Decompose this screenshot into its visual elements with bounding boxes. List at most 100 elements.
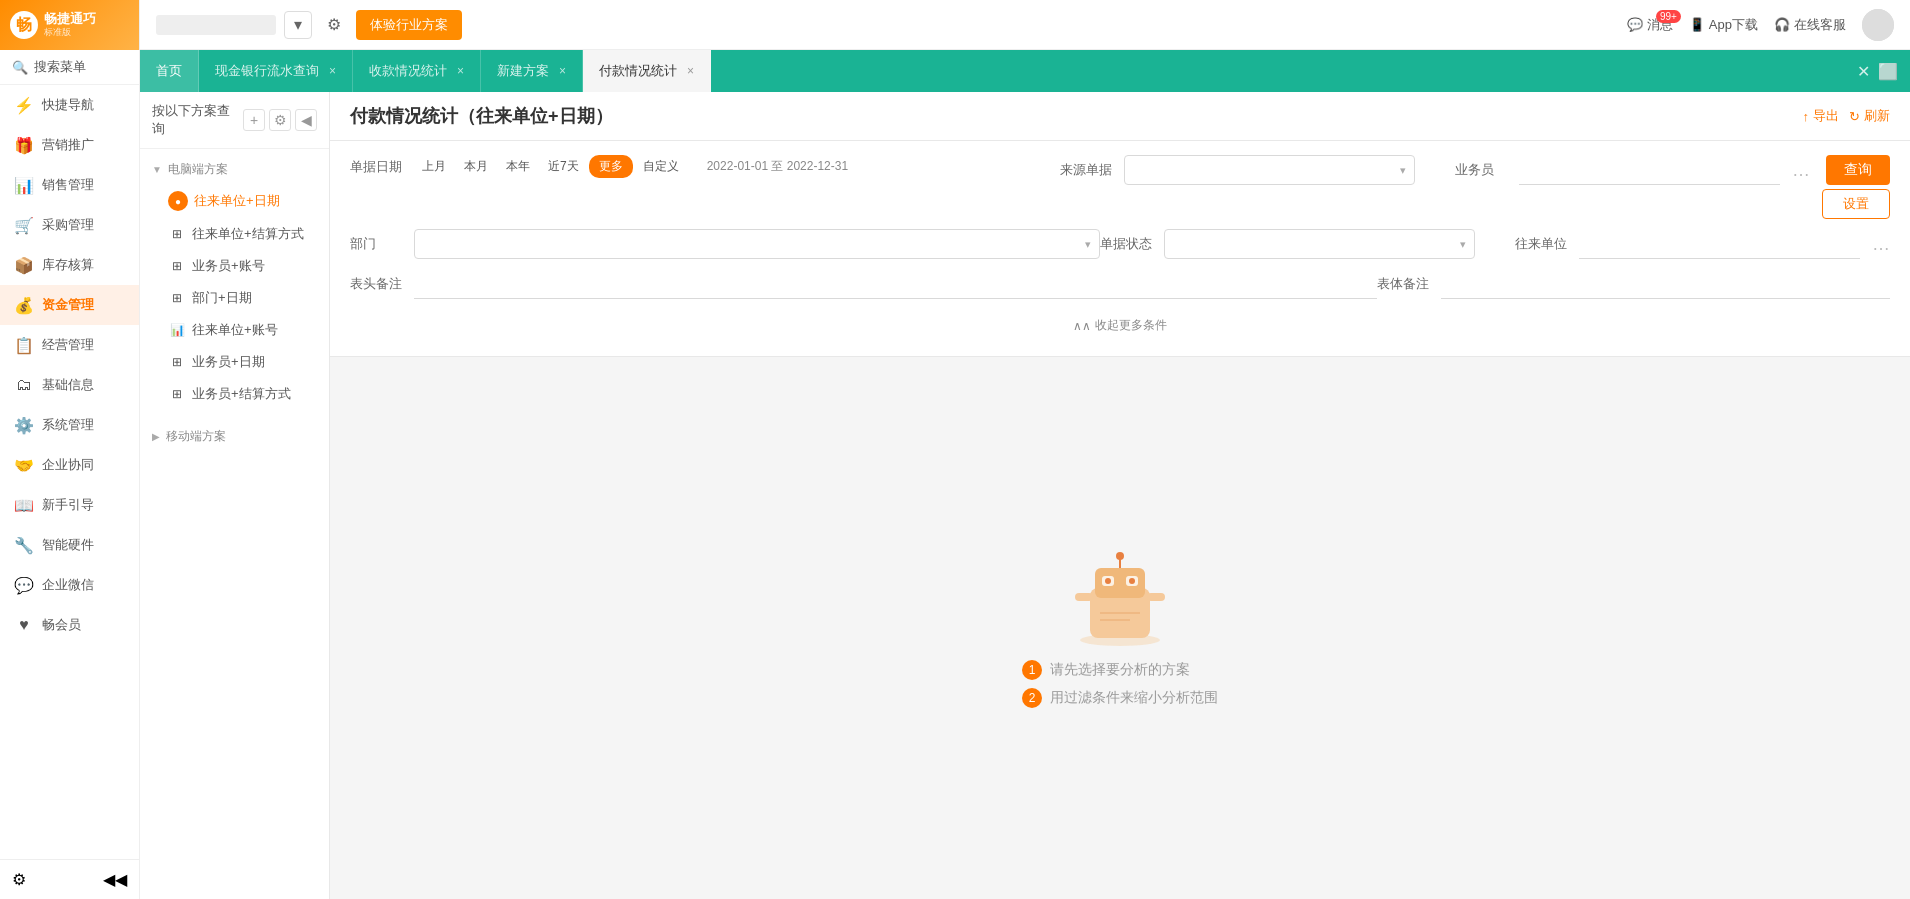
collapse-bar[interactable]: ∧∧ 收起更多条件 (350, 309, 1890, 342)
sidebar-item-quick-nav[interactable]: ⚡ 快捷导航 (0, 85, 139, 125)
guide-icon: 📖 (14, 495, 34, 515)
topbar-gear-btn[interactable]: ⚙ (320, 11, 348, 39)
partner-dots-btn[interactable]: … (1872, 234, 1890, 255)
partner-input[interactable] (1579, 229, 1860, 259)
sidebar-item-wechat[interactable]: 💬 企业微信 (0, 565, 139, 605)
voucher-date-label: 单据日期 (350, 158, 406, 176)
operation-label: 经营管理 (42, 336, 94, 354)
search-icon: 🔍 (12, 60, 28, 75)
sidebar-item-marketing[interactable]: 🎁 营销推广 (0, 125, 139, 165)
sidebar-search[interactable]: 🔍 搜索菜单 (0, 50, 139, 85)
topbar-address (156, 15, 276, 35)
unit-date-active-icon: ● (168, 191, 188, 211)
solution-item-staff-date[interactable]: ⊞ 业务员+日期 (140, 346, 329, 378)
add-solution-btn[interactable]: + (243, 109, 265, 131)
sidebar-item-coop[interactable]: 🤝 企业协同 (0, 445, 139, 485)
maximize-window-btn[interactable]: ⬜ (1878, 62, 1898, 81)
date-btn-custom[interactable]: 自定义 (635, 155, 687, 178)
tab-receipt-close[interactable]: × (457, 64, 464, 78)
empty-tip-1: 1 请先选择要分析的方案 (1022, 660, 1218, 680)
unit-date-label: 往来单位+日期 (194, 192, 280, 210)
export-btn[interactable]: ↑ 导出 (1803, 107, 1840, 125)
solution-header: 按以下方案查询 + ⚙ ◀ (140, 92, 329, 149)
body-note-field: 表体备注 (1377, 269, 1890, 299)
solution-panel: 按以下方案查询 + ⚙ ◀ ▼ 电脑端方案 ● 往来单位+日期 ⊞ (140, 92, 330, 899)
solution-group-pc-header[interactable]: ▼ 电脑端方案 (140, 155, 329, 184)
sidebar-item-operation[interactable]: 📋 经营管理 (0, 325, 139, 365)
message-btn[interactable]: 💬 消息 99+ (1627, 16, 1673, 34)
vip-icon: ♥ (14, 615, 34, 635)
empty-tip-2: 2 用过滤条件来缩小分析范围 (1022, 688, 1218, 708)
topbar-dropdown-btn[interactable]: ▾ (284, 11, 312, 39)
tab-new-plan-close[interactable]: × (559, 64, 566, 78)
message-badge: 99+ (1656, 10, 1681, 23)
app-download-btn[interactable]: 📱 App下载 (1689, 16, 1758, 34)
staff-input[interactable] (1519, 155, 1780, 185)
sidebar-item-system[interactable]: ⚙️ 系统管理 (0, 405, 139, 445)
main-area: ▾ ⚙ 体验行业方案 💬 消息 99+ 📱 App下载 🎧 在线客服 (140, 0, 1910, 899)
sidebar-item-hardware[interactable]: 🔧 智能硬件 (0, 525, 139, 565)
settings-icon[interactable]: ⚙ (12, 870, 26, 889)
voucher-status-select[interactable]: ▾ (1164, 229, 1475, 259)
tab-payment-close[interactable]: × (687, 64, 694, 78)
source-voucher-select[interactable]: ▾ (1124, 155, 1415, 185)
solution-item-unit-date[interactable]: ● 往来单位+日期 (140, 184, 329, 218)
right-content: 付款情况统计（往来单位+日期） ↑ 导出 ↻ 刷新 单 (330, 92, 1910, 899)
header-note-input[interactable] (414, 269, 1377, 299)
sidebar-item-sales[interactable]: 📊 销售管理 (0, 165, 139, 205)
tip-num-1: 1 (1022, 660, 1042, 680)
date-btn-this-month[interactable]: 本月 (456, 155, 496, 178)
close-window-btn[interactable]: ✕ (1857, 62, 1870, 81)
unit-account-icon: 📊 (168, 321, 186, 339)
tab-cash-close[interactable]: × (329, 64, 336, 78)
sidebar-item-purchase[interactable]: 🛒 采购管理 (0, 205, 139, 245)
date-btn-7days[interactable]: 近7天 (540, 155, 587, 178)
topbar-left: ▾ ⚙ 体验行业方案 (156, 10, 1615, 40)
online-service-btn[interactable]: 🎧 在线客服 (1774, 16, 1846, 34)
trial-btn[interactable]: 体验行业方案 (356, 10, 462, 40)
sales-icon: 📊 (14, 175, 34, 195)
date-btn-this-year[interactable]: 本年 (498, 155, 538, 178)
settings-solution-btn[interactable]: ⚙ (269, 109, 291, 131)
settings-btn[interactable]: 设置 (1822, 189, 1890, 219)
tab-payment[interactable]: 付款情况统计 × (583, 50, 711, 92)
solution-item-unit-account[interactable]: 📊 往来单位+账号 (140, 314, 329, 346)
sidebar-item-vip[interactable]: ♥ 畅会员 (0, 605, 139, 645)
sidebar-item-guide[interactable]: 📖 新手引导 (0, 485, 139, 525)
query-btn[interactable]: 查询 (1826, 155, 1890, 185)
sidebar-footer: ⚙ ◀◀ (0, 859, 139, 899)
tab-home[interactable]: 首页 (140, 50, 199, 92)
sidebar-item-basic[interactable]: 🗂 基础信息 (0, 365, 139, 405)
staff-date-icon: ⊞ (168, 353, 186, 371)
solution-group-mobile-header[interactable]: ▶ 移动端方案 (140, 422, 329, 451)
tab-cash[interactable]: 现金银行流水查询 × (199, 50, 353, 92)
svg-rect-8 (1147, 593, 1165, 601)
collapse-label: 收起更多条件 (1095, 317, 1167, 334)
source-arrow-icon: ▾ (1400, 164, 1406, 177)
app-download-label: App下载 (1709, 16, 1758, 34)
collapse-solution-btn[interactable]: ◀ (295, 109, 317, 131)
solution-item-unit-settle[interactable]: ⊞ 往来单位+结算方式 (140, 218, 329, 250)
collapse-sidebar-icon[interactable]: ◀◀ (103, 870, 127, 889)
solution-item-dept-date[interactable]: ⊞ 部门+日期 (140, 282, 329, 314)
voucher-status-label: 单据状态 (1100, 235, 1156, 253)
solution-item-staff-account[interactable]: ⊞ 业务员+账号 (140, 250, 329, 282)
sidebar-item-finance[interactable]: 💰 资金管理 (0, 285, 139, 325)
refresh-btn[interactable]: ↻ 刷新 (1849, 107, 1890, 125)
topbar-right: 💬 消息 99+ 📱 App下载 🎧 在线客服 (1627, 9, 1894, 41)
tab-receipt[interactable]: 收款情况统计 × (353, 50, 481, 92)
user-avatar[interactable] (1862, 9, 1894, 41)
staff-dots-btn[interactable]: … (1792, 160, 1810, 181)
staff-date-label: 业务员+日期 (192, 353, 265, 371)
solution-item-staff-settle[interactable]: ⊞ 业务员+结算方式 (140, 378, 329, 410)
body-note-input[interactable] (1441, 269, 1890, 299)
date-btns-group: 上月 本月 本年 近7天 更多 自定义 (414, 155, 687, 178)
purchase-label: 采购管理 (42, 216, 94, 234)
date-btn-last-month[interactable]: 上月 (414, 155, 454, 178)
sidebar-item-inventory[interactable]: 📦 库存核算 (0, 245, 139, 285)
svg-point-5 (1105, 578, 1111, 584)
dept-select[interactable]: ▾ (414, 229, 1100, 259)
content-area: 按以下方案查询 + ⚙ ◀ ▼ 电脑端方案 ● 往来单位+日期 ⊞ (140, 92, 1910, 899)
date-btn-more[interactable]: 更多 (589, 155, 633, 178)
tab-new-plan[interactable]: 新建方案 × (481, 50, 583, 92)
